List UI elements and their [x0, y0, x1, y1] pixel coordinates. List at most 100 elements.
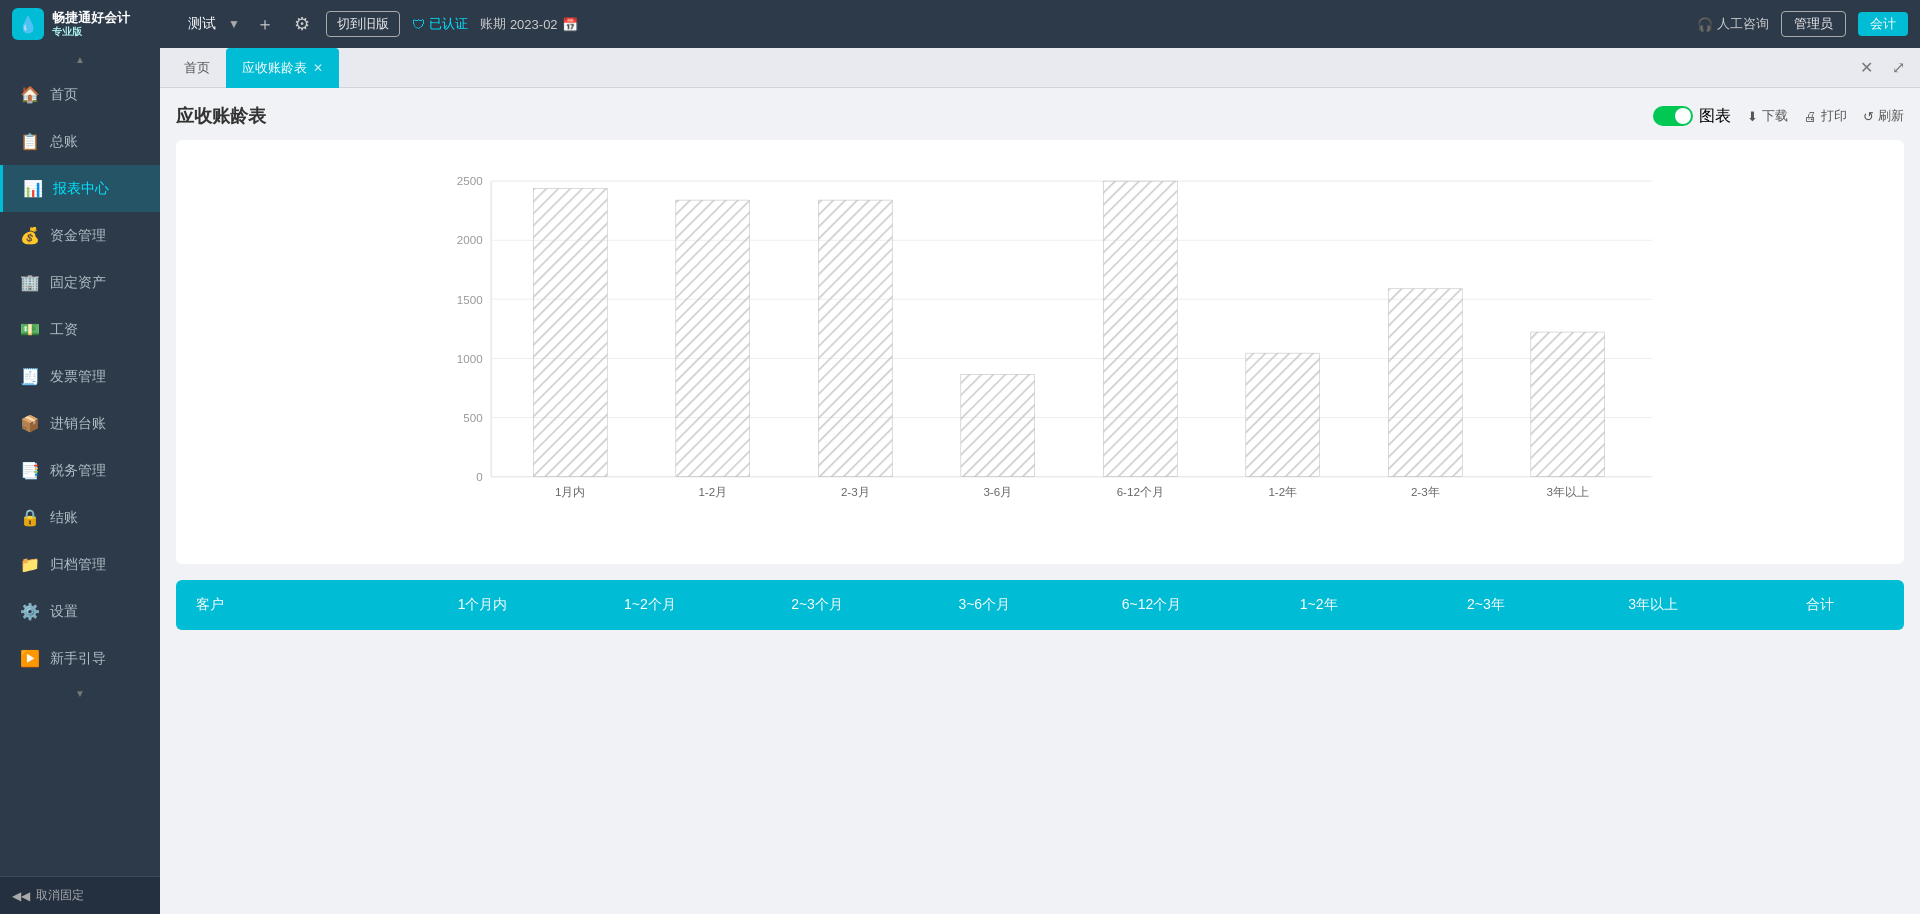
main-layout: ▲ 🏠 首页 📋 总账 📊 报表中心 💰 资金管理 🏢 固定资产 💵 工资 🧾 …	[0, 48, 1920, 914]
tab-aging[interactable]: 应收账龄表 ✕	[226, 48, 339, 88]
sidebar-item-closing[interactable]: 🔒 结账	[0, 494, 160, 541]
certified-text: 已认证	[429, 15, 468, 33]
tab-home[interactable]: 首页	[168, 48, 226, 88]
print-icon: 🖨	[1804, 109, 1817, 124]
logo-text: 畅捷通好会计 专业版	[52, 10, 130, 38]
home-icon: 🏠	[20, 85, 40, 104]
svg-text:2500: 2500	[457, 174, 483, 187]
sidebar-item-label: 资金管理	[50, 227, 106, 245]
sidebar-pin-btn[interactable]: ◀◀ 取消固定	[0, 876, 160, 914]
switch-old-version-btn[interactable]: 切到旧版	[326, 11, 400, 37]
gear-icon: ⚙️	[20, 602, 40, 621]
add-workspace-btn[interactable]: ＋	[252, 8, 278, 40]
svg-rect-23	[1103, 181, 1177, 477]
col-1-2month: 1~2个月	[566, 580, 733, 630]
tab-bar: 首页 应收账龄表 ✕ ✕ ⤢	[160, 48, 1920, 88]
sidebar-item-invoices[interactable]: 🧾 发票管理	[0, 353, 160, 400]
sidebar-item-tax[interactable]: 📑 税务管理	[0, 447, 160, 494]
sidebar-item-home[interactable]: 🏠 首页	[0, 71, 160, 118]
tab-expand-btn[interactable]: ⤢	[1884, 54, 1912, 82]
sidebar-item-label: 发票管理	[50, 368, 106, 386]
archive-icon: 📁	[20, 555, 40, 574]
sidebar-item-label: 报表中心	[53, 180, 109, 198]
sidebar-item-label: 首页	[50, 86, 78, 104]
aging-chart: 0 500 1000 1500 2000 2500 1月内	[196, 160, 1884, 540]
sidebar-item-label: 总账	[50, 133, 78, 151]
col-1-2year: 1~2年	[1235, 580, 1402, 630]
tab-close-icon[interactable]: ✕	[313, 61, 323, 75]
tab-home-label: 首页	[184, 59, 210, 77]
refresh-icon: ↺	[1863, 109, 1874, 124]
table-header: 客户 1个月内 1~2个月 2~3个月 3~6个月 6~12个月 1~2年 2~…	[176, 580, 1904, 630]
workspace-name: 测试	[188, 15, 216, 33]
sidebar-item-label: 固定资产	[50, 274, 106, 292]
sidebar-item-guide[interactable]: ▶️ 新手引导	[0, 635, 160, 682]
chart-toggle[interactable]: 图表	[1653, 106, 1731, 127]
tab-close-all-btn[interactable]: ✕	[1852, 54, 1880, 82]
col-3plus: 3年以上	[1570, 580, 1737, 630]
download-btn[interactable]: ⬇ 下载	[1747, 107, 1788, 125]
period-value: 2023-02	[510, 17, 558, 32]
print-label: 打印	[1821, 107, 1847, 125]
sidebar-item-label: 结账	[50, 509, 78, 527]
svg-text:3年以上: 3年以上	[1547, 485, 1589, 498]
svg-text:1月内: 1月内	[555, 485, 585, 498]
svg-text:3-6月: 3-6月	[983, 485, 1012, 498]
topbar-center: 测试 ▼ ＋ ⚙ 切到旧版 🛡 已认证 账期 2023-02 📅	[172, 8, 1697, 40]
svg-text:1-2年: 1-2年	[1268, 485, 1297, 498]
sidebar-item-assets[interactable]: 🏢 固定资产	[0, 259, 160, 306]
app-name: 畅捷通好会计	[52, 10, 130, 26]
sidebar-scroll-down[interactable]: ▼	[0, 682, 160, 705]
period-info: 账期 2023-02 📅	[480, 15, 578, 33]
sidebar-item-archive[interactable]: 📁 归档管理	[0, 541, 160, 588]
toggle-label: 图表	[1699, 106, 1731, 127]
svg-text:1000: 1000	[457, 352, 483, 365]
topbar-right: 🎧 人工咨询 管理员 会计	[1697, 11, 1908, 37]
tax-icon: 📑	[20, 461, 40, 480]
user-btn[interactable]: 管理员	[1781, 11, 1846, 37]
page-header: 应收账龄表 图表 ⬇ 下载 🖨 打印	[176, 104, 1904, 128]
sidebar-item-label: 进销台账	[50, 415, 106, 433]
toggle-track[interactable]	[1653, 106, 1693, 126]
sidebar-scroll-up[interactable]: ▲	[0, 48, 160, 71]
chart-container: 0 500 1000 1500 2000 2500 1月内	[176, 140, 1904, 564]
funds-icon: 💰	[20, 226, 40, 245]
calendar-icon[interactable]: 📅	[562, 17, 578, 32]
sidebar-item-reports[interactable]: 📊 报表中心	[0, 165, 160, 212]
workspace-dropdown-icon[interactable]: ▼	[228, 17, 240, 31]
sidebar-item-label: 归档管理	[50, 556, 106, 574]
invoices-icon: 🧾	[20, 367, 40, 386]
app-edition: 专业版	[52, 26, 130, 38]
sidebar-item-funds[interactable]: 💰 资金管理	[0, 212, 160, 259]
sidebar-item-wages[interactable]: 💵 工资	[0, 306, 160, 353]
sidebar: ▲ 🏠 首页 📋 总账 📊 报表中心 💰 资金管理 🏢 固定资产 💵 工资 🧾 …	[0, 48, 160, 914]
sidebar-item-label: 工资	[50, 321, 78, 339]
pin-icon: ◀◀	[12, 889, 30, 903]
sidebar-item-sales[interactable]: 📦 进销台账	[0, 400, 160, 447]
consulting-btn[interactable]: 🎧 人工咨询	[1697, 15, 1769, 33]
refresh-label: 刷新	[1878, 107, 1904, 125]
role-btn[interactable]: 会计	[1858, 12, 1908, 36]
svg-text:1500: 1500	[457, 293, 483, 306]
tab-bar-actions: ✕ ⤢	[1852, 54, 1912, 82]
sidebar-item-label: 税务管理	[50, 462, 106, 480]
svg-text:2-3年: 2-3年	[1411, 485, 1440, 498]
sidebar-item-settings[interactable]: ⚙️ 设置	[0, 588, 160, 635]
svg-rect-29	[1531, 332, 1605, 477]
topbar: 💧 畅捷通好会计 专业版 测试 ▼ ＋ ⚙ 切到旧版 🛡 已认证 账期 2023…	[0, 0, 1920, 48]
svg-rect-15	[533, 189, 607, 477]
refresh-btn[interactable]: ↺ 刷新	[1863, 107, 1904, 125]
svg-rect-19	[818, 200, 892, 477]
svg-rect-27	[1388, 289, 1462, 477]
col-total: 合计	[1737, 580, 1904, 630]
sidebar-item-ledger[interactable]: 📋 总账	[0, 118, 160, 165]
svg-text:1-2月: 1-2月	[698, 485, 727, 498]
pin-label: 取消固定	[36, 887, 84, 904]
settings-icon[interactable]: ⚙	[290, 9, 314, 39]
col-1month: 1个月内	[399, 580, 566, 630]
ledger-icon: 📋	[20, 132, 40, 151]
reports-icon: 📊	[23, 179, 43, 198]
download-icon: ⬇	[1747, 109, 1758, 124]
print-btn[interactable]: 🖨 打印	[1804, 107, 1847, 125]
download-label: 下载	[1762, 107, 1788, 125]
